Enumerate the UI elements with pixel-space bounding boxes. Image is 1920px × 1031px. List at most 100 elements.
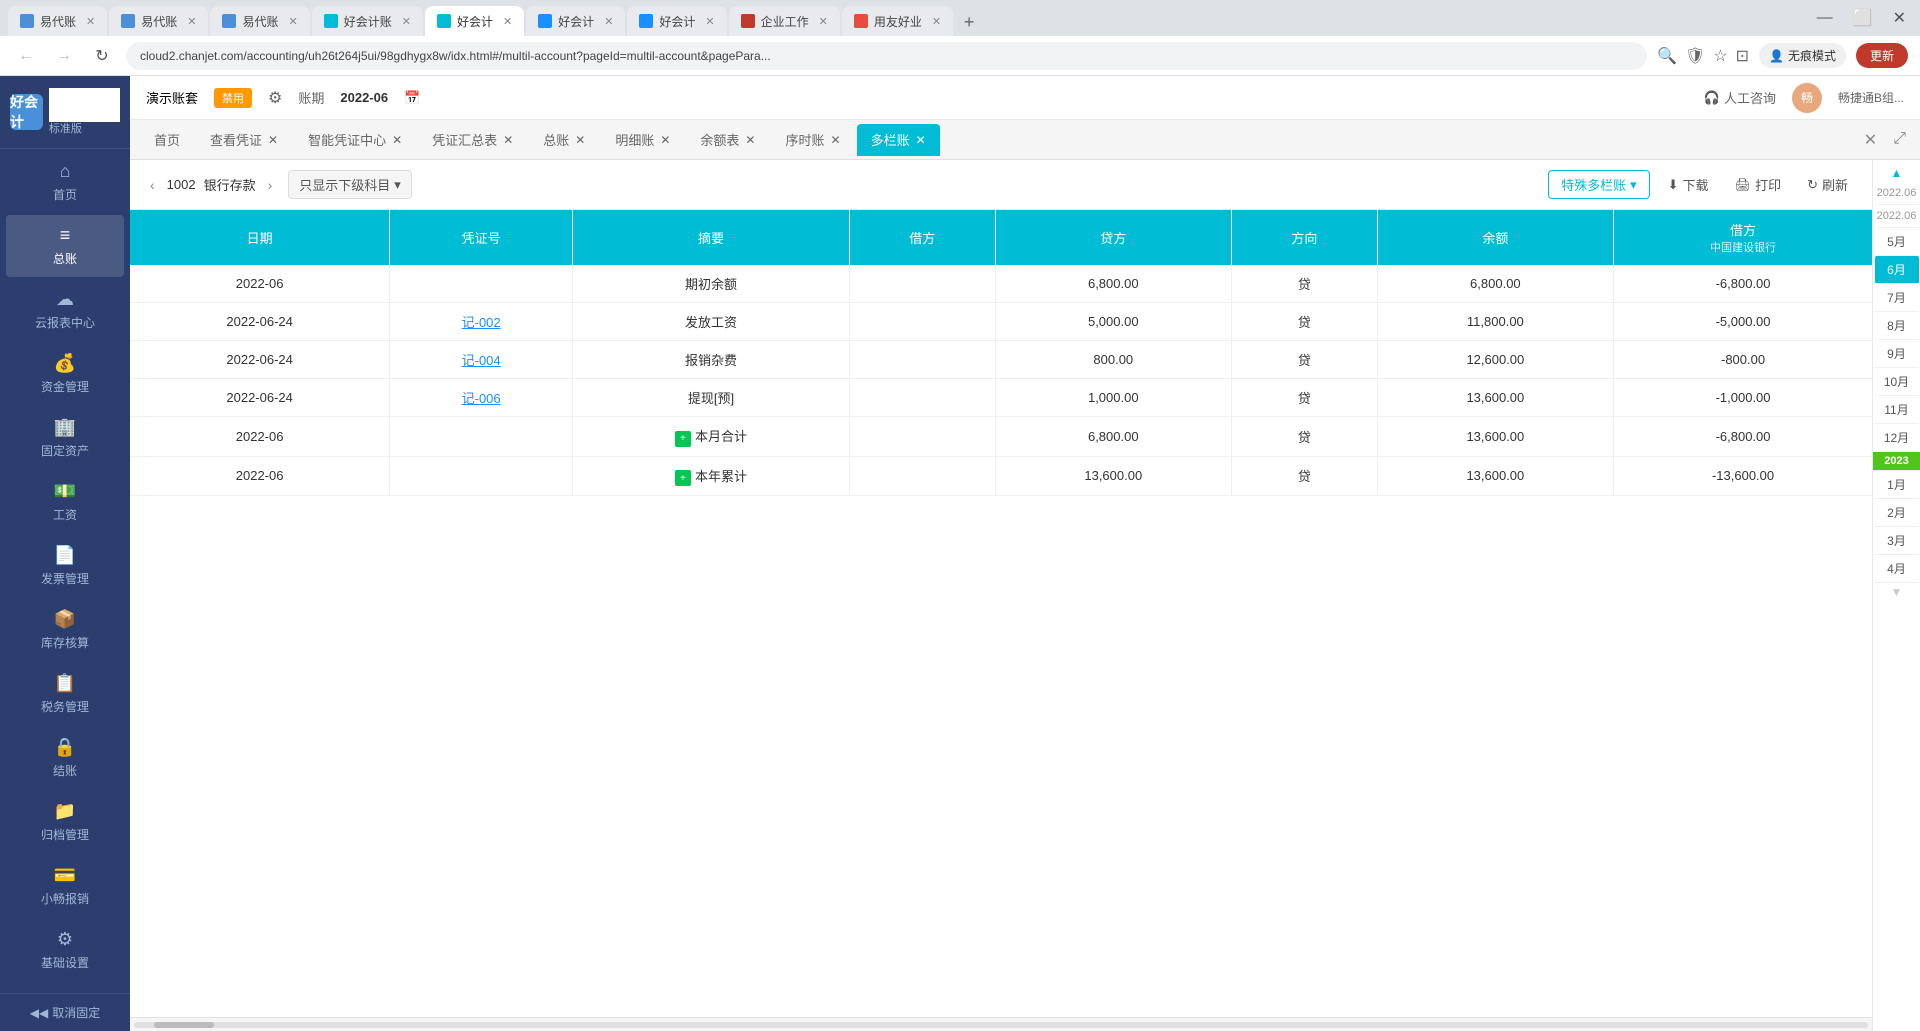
cell-balance: 13,600.00 <box>1377 417 1613 457</box>
account-next-button[interactable]: › <box>264 175 277 195</box>
new-tab-button[interactable]: + <box>955 8 983 36</box>
tab-close-2[interactable]: ✕ <box>187 15 196 28</box>
sidebar-item-tax[interactable]: 📋 税务管理 <box>6 663 124 725</box>
sidebar-toggle-icon[interactable]: ⊡ <box>1736 46 1749 66</box>
horizontal-scrollbar[interactable] <box>130 1017 1872 1031</box>
th-extra-col-sub: 中国建设银行 <box>1626 239 1860 255</box>
expand-panel-icon[interactable]: ⤢ <box>1889 126 1910 154</box>
tab-close-5[interactable]: ✕ <box>503 15 512 28</box>
search-icon[interactable]: 🔍 <box>1657 46 1677 66</box>
sidebar-item-expense[interactable]: 💳 小畅报销 <box>6 855 124 917</box>
year-item-mar[interactable]: 3月 <box>1875 527 1919 555</box>
browser-tab-5[interactable]: 好会计 ✕ <box>425 6 524 36</box>
sidebar-item-invoice[interactable]: 📄 发票管理 <box>6 535 124 597</box>
tab-voucher-summary-close[interactable]: ✕ <box>503 133 513 147</box>
browser-tab-3[interactable]: 易代账 ✕ <box>210 6 309 36</box>
year-item-june[interactable]: 6月 <box>1875 256 1919 284</box>
sidebar-item-archive[interactable]: 📁 归档管理 <box>6 791 124 853</box>
browser-tab-7[interactable]: 好会计 ✕ <box>627 6 726 36</box>
close-panel-icon[interactable]: ✕ <box>1860 126 1881 154</box>
tab-close-7[interactable]: ✕ <box>705 15 714 28</box>
tab-sequence-ledger-close[interactable]: ✕ <box>831 133 841 147</box>
print-button[interactable]: 🖨 打印 <box>1727 171 1790 198</box>
consult-button[interactable]: 🎧 人工咨询 <box>1704 88 1776 107</box>
year-item-nov[interactable]: 11月 <box>1875 396 1919 424</box>
browser-tab-2[interactable]: 易代账 ✕ <box>109 6 208 36</box>
year-scroll-down-button[interactable]: ▼ <box>1889 583 1905 601</box>
tab-close-3[interactable]: ✕ <box>288 15 297 28</box>
year-item-2022-06-2[interactable]: 2022.06 <box>1875 205 1919 228</box>
year-item-2022-06-1[interactable]: 2022.06 <box>1875 182 1919 205</box>
tab-detail-ledger-close[interactable]: ✕ <box>660 133 670 147</box>
tab-close-6[interactable]: ✕ <box>604 15 613 28</box>
tab-close-9[interactable]: ✕ <box>932 15 941 28</box>
year-item-july[interactable]: 7月 <box>1875 284 1919 312</box>
minimize-button[interactable]: — <box>1811 7 1839 29</box>
year-item-may[interactable]: 5月 <box>1875 228 1919 256</box>
tab-balance-table[interactable]: 余额表 ✕ <box>686 124 769 156</box>
tab-close-1[interactable]: ✕ <box>86 15 95 28</box>
url-input[interactable]: cloud2.chanjet.com/accounting/uh26t264j5… <box>126 42 1647 70</box>
shield-icon[interactable]: 🛡 <box>1685 46 1705 66</box>
browser-tab-8[interactable]: 企业工作 ✕ <box>729 6 840 36</box>
year-scroll-up-button[interactable]: ▲ <box>1889 164 1905 182</box>
tab-view-voucher-close[interactable]: ✕ <box>268 133 278 147</box>
back-button[interactable]: ← <box>12 42 40 70</box>
refresh-ledger-button[interactable]: ↻ 刷新 <box>1799 171 1856 198</box>
tab-general-ledger-close[interactable]: ✕ <box>575 133 585 147</box>
account-prev-button[interactable]: ‹ <box>146 175 159 195</box>
tab-sequence-ledger[interactable]: 序时账 ✕ <box>771 124 854 156</box>
user-avatar[interactable]: 畅 <box>1792 83 1822 113</box>
sidebar-item-inventory[interactable]: 📦 库存核算 <box>6 599 124 661</box>
sidebar-item-salary[interactable]: 💵 工资 <box>6 471 124 533</box>
browser-tab-1[interactable]: 易代账 ✕ <box>8 6 107 36</box>
close-button[interactable]: ✕ <box>1887 6 1912 30</box>
sidebar-item-settings[interactable]: ⚙ 基础设置 <box>6 919 124 981</box>
sidebar-item-ledger[interactable]: ≡ 总账 <box>6 215 124 277</box>
tab-general-ledger[interactable]: 总账 ✕ <box>529 124 599 156</box>
sidebar-item-closing[interactable]: 🔒 结账 <box>6 727 124 789</box>
browser-tab-4[interactable]: 好会计账 ✕ <box>312 6 423 36</box>
year-item-sep[interactable]: 9月 <box>1875 340 1919 368</box>
special-cols-button[interactable]: 特殊多栏账 ▾ <box>1548 170 1650 199</box>
voucher-link[interactable]: 记-004 <box>462 353 501 368</box>
sidebar-item-assets[interactable]: 🏢 固定资产 <box>6 407 124 469</box>
sidebar-item-guide[interactable]: 📖 新手引导 <box>6 983 124 993</box>
calendar-icon[interactable]: 📅 <box>404 90 420 106</box>
tab-close-4[interactable]: ✕ <box>402 15 411 28</box>
tab-detail-ledger[interactable]: 明细账 ✕ <box>601 124 684 156</box>
sidebar-pin-toggle[interactable]: ◀◀ 取消固定 <box>0 993 130 1031</box>
subcategory-filter-dropdown[interactable]: 只显示下级科目 ▾ <box>288 170 412 199</box>
maximize-button[interactable]: ⬜ <box>1847 6 1879 30</box>
forward-button[interactable]: → <box>50 42 78 70</box>
sidebar-item-reports[interactable]: ☁ 云报表中心 <box>6 279 124 341</box>
star-icon[interactable]: ☆ <box>1713 46 1727 66</box>
year-item-feb[interactable]: 2月 <box>1875 499 1919 527</box>
tab-view-voucher[interactable]: 查看凭证 ✕ <box>196 124 292 156</box>
tab-balance-table-close[interactable]: ✕ <box>745 133 755 147</box>
tab-smart-voucher-close[interactable]: ✕ <box>392 133 402 147</box>
browser-tab-9[interactable]: 用友好业 ✕ <box>842 6 953 36</box>
year-item-aug[interactable]: 8月 <box>1875 312 1919 340</box>
tab-multi-col-close[interactable]: ✕ <box>916 133 926 147</box>
refresh-button[interactable]: ↻ <box>88 42 116 70</box>
voucher-link[interactable]: 记-002 <box>462 315 501 330</box>
wuhen-mode-button[interactable]: 👤 无痕模式 <box>1759 43 1846 68</box>
year-item-dec[interactable]: 12月 <box>1875 424 1919 452</box>
settings-gear-icon[interactable]: ⚙ <box>268 88 282 108</box>
update-button[interactable]: 更新 <box>1856 43 1908 68</box>
tab-close-8[interactable]: ✕ <box>819 15 828 28</box>
tab-voucher-summary[interactable]: 凭证汇总表 ✕ <box>418 124 527 156</box>
year-item-apr[interactable]: 4月 <box>1875 555 1919 583</box>
sidebar-item-funds[interactable]: 💰 资金管理 <box>6 343 124 405</box>
browser-tab-6[interactable]: 好会计 ✕ <box>526 6 625 36</box>
tab-home[interactable]: 首页 <box>140 124 194 156</box>
tab-multi-col[interactable]: 多栏账 ✕ <box>857 124 940 156</box>
year-item-oct[interactable]: 10月 <box>1875 368 1919 396</box>
tab-smart-voucher[interactable]: 智能凭证中心 ✕ <box>294 124 416 156</box>
voucher-link[interactable]: 记-006 <box>462 391 501 406</box>
scrollbar-thumb[interactable] <box>154 1022 214 1028</box>
download-button[interactable]: ⬇ 下载 <box>1660 171 1717 198</box>
sidebar-item-home[interactable]: ⌂ 首页 <box>6 151 124 213</box>
year-item-jan[interactable]: 1月 <box>1875 471 1919 499</box>
